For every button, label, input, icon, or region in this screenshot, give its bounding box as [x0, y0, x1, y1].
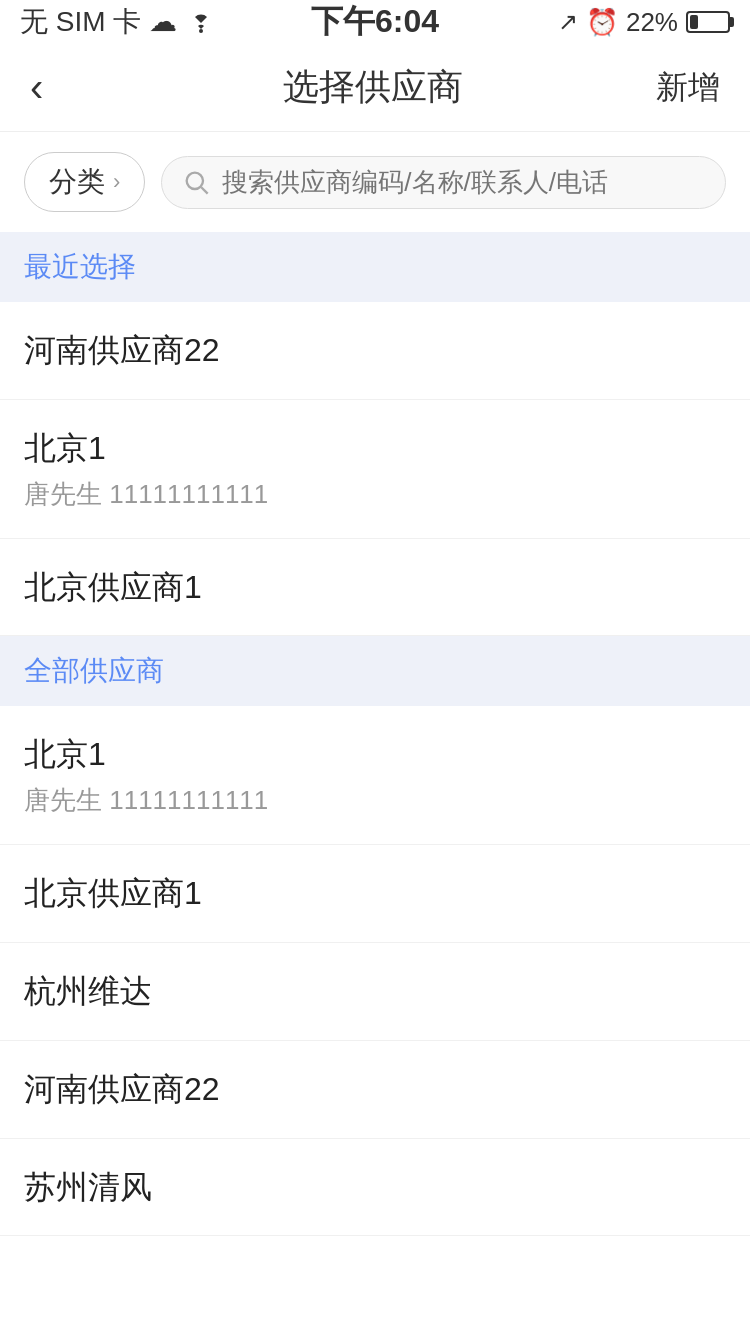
filter-bar: 分类 ›: [0, 132, 750, 232]
item-name: 北京供应商1: [24, 871, 726, 916]
list-item[interactable]: 河南供应商22: [0, 1041, 750, 1139]
chevron-right-icon: ›: [113, 169, 120, 195]
item-name: 北京1: [24, 426, 726, 471]
item-name: 北京供应商1: [24, 565, 726, 610]
recent-section-label: 最近选择: [24, 251, 136, 282]
svg-point-0: [199, 29, 203, 33]
location-icon: ↗: [558, 8, 578, 36]
nav-bar: ‹ 选择供应商 新增: [0, 44, 750, 132]
add-button[interactable]: 新增: [656, 66, 720, 110]
list-item[interactable]: 北京供应商1: [0, 539, 750, 637]
item-name: 苏州清风: [24, 1165, 726, 1210]
all-list: 北京1 唐先生 11111111111 北京供应商1 杭州维达河南供应商22 苏州清风: [0, 706, 750, 1236]
item-name: 北京1: [24, 732, 726, 777]
recent-list: 河南供应商22 北京1 唐先生 11111111111 北京供应商1: [0, 302, 750, 636]
list-item[interactable]: 苏州清风: [0, 1139, 750, 1237]
svg-line-2: [202, 187, 208, 193]
back-button[interactable]: ‹: [30, 65, 90, 110]
all-section-label: 全部供应商: [24, 655, 164, 686]
all-section-header: 全部供应商: [0, 636, 750, 706]
list-item[interactable]: 北京1 唐先生 11111111111: [0, 400, 750, 539]
alarm-icon: ⏰: [586, 7, 618, 38]
wifi-icon: [185, 11, 217, 33]
battery-icon: [686, 11, 730, 33]
status-time: 下午6:04: [311, 0, 439, 44]
item-sub: 唐先生 11111111111: [24, 477, 726, 512]
list-item[interactable]: 北京供应商1: [0, 845, 750, 943]
category-label: 分类: [49, 163, 105, 201]
status-bar: 无 SIM 卡 ☁ 下午6:04 ↗ ⏰ 22%: [0, 0, 750, 44]
battery-percent: 22%: [626, 7, 678, 38]
recent-section-header: 最近选择: [0, 232, 750, 302]
item-name: 河南供应商22: [24, 1067, 726, 1112]
item-name: 河南供应商22: [24, 328, 726, 373]
status-left: 无 SIM 卡 ☁: [20, 3, 217, 41]
search-icon: [182, 168, 210, 196]
svg-point-1: [187, 173, 203, 189]
page-title: 选择供应商: [283, 63, 463, 112]
item-sub: 唐先生 11111111111: [24, 783, 726, 818]
search-input[interactable]: [222, 167, 705, 198]
list-item[interactable]: 北京1 唐先生 11111111111: [0, 706, 750, 845]
status-right: ↗ ⏰ 22%: [558, 7, 730, 38]
list-item[interactable]: 杭州维达: [0, 943, 750, 1041]
search-box[interactable]: [161, 156, 726, 209]
list-item[interactable]: 河南供应商22: [0, 302, 750, 400]
item-name: 杭州维达: [24, 969, 726, 1014]
category-button[interactable]: 分类 ›: [24, 152, 145, 212]
sim-status: 无 SIM 卡 ☁: [20, 3, 177, 41]
